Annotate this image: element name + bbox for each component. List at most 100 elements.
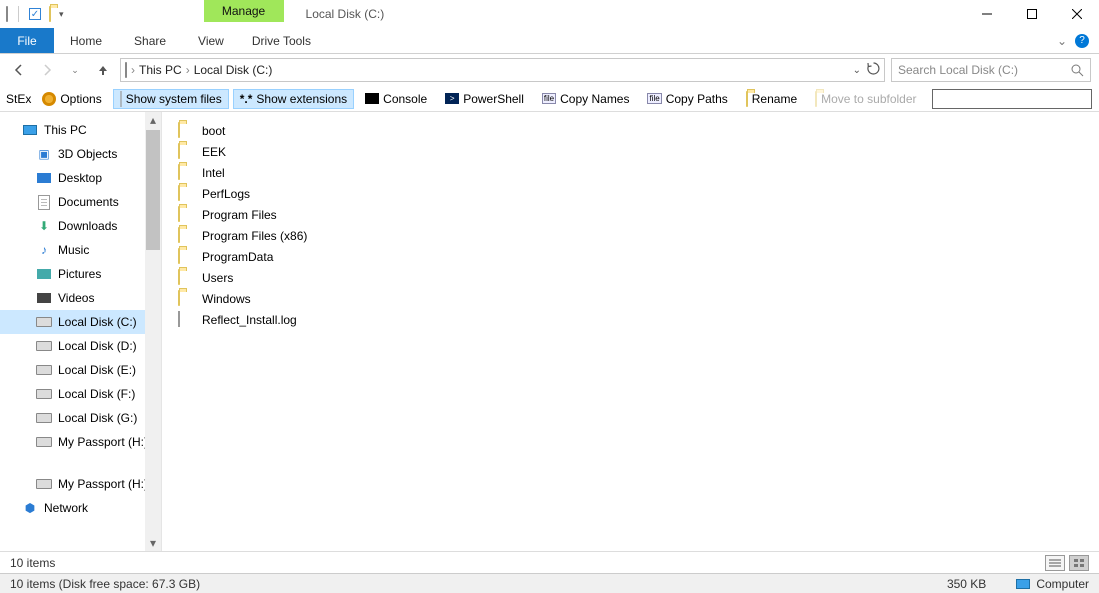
tree-item-3d-objects[interactable]: ▣3D Objects	[0, 142, 161, 166]
file-tab[interactable]: File	[0, 28, 54, 53]
file-item[interactable]: Intel	[178, 162, 1083, 183]
chevron-right-icon[interactable]: ›	[131, 63, 135, 77]
tree-item-local-disk-c-[interactable]: Local Disk (C:)	[0, 310, 161, 334]
tree-item-desktop[interactable]: Desktop	[0, 166, 161, 190]
details-view-button[interactable]	[1045, 555, 1065, 571]
ribbon-expand-icon[interactable]: ⌄	[1057, 34, 1067, 48]
file-name: Users	[202, 271, 233, 285]
folder-icon	[178, 291, 194, 307]
tree-item-network[interactable]: ⬢ Network	[0, 496, 161, 520]
folder-icon	[178, 165, 194, 181]
tree-item-local-disk-g-[interactable]: Local Disk (G:)	[0, 406, 161, 430]
file-name: Program Files	[202, 208, 277, 222]
file-item[interactable]: EEK	[178, 141, 1083, 162]
tree-item-local-disk-d-[interactable]: Local Disk (D:)	[0, 334, 161, 358]
minimize-button[interactable]	[964, 0, 1009, 28]
extension-icon: *.*	[240, 92, 253, 106]
tree-item-pictures[interactable]: Pictures	[0, 262, 161, 286]
manage-tab[interactable]: Manage	[204, 0, 284, 22]
search-input[interactable]: Search Local Disk (C:)	[891, 58, 1091, 82]
file-item[interactable]: Program Files	[178, 204, 1083, 225]
folder-icon	[178, 123, 194, 139]
file-item[interactable]: Reflect_Install.log	[178, 309, 1083, 330]
file-item[interactable]: Windows	[178, 288, 1083, 309]
search-placeholder: Search Local Disk (C:)	[898, 63, 1071, 77]
tree-item-label: Local Disk (D:)	[58, 339, 137, 353]
console-button[interactable]: Console	[358, 89, 434, 109]
show-extensions-toggle[interactable]: *.* Show extensions	[233, 89, 354, 109]
title-bar: ✓ ▾ Manage Local Disk (C:)	[0, 0, 1099, 28]
breadcrumb-this-pc[interactable]: This PC	[139, 63, 182, 77]
forward-button[interactable]	[36, 59, 58, 81]
tree-item-label: My Passport (H:)	[58, 477, 148, 491]
address-bar[interactable]: › This PC › Local Disk (C:) ⌄	[120, 58, 885, 82]
tree-item-label: Local Disk (E:)	[58, 363, 136, 377]
tree-item-label: This PC	[44, 123, 87, 137]
tab-home[interactable]: Home	[54, 28, 118, 53]
tree-item-this-pc[interactable]: This PC	[0, 118, 161, 142]
up-button[interactable]	[92, 59, 114, 81]
close-button[interactable]	[1054, 0, 1099, 28]
folder-icon	[178, 249, 194, 265]
scroll-down-icon[interactable]: ▾	[145, 535, 161, 551]
chevron-right-icon[interactable]: ›	[186, 63, 190, 77]
rename-icon	[746, 92, 748, 106]
net-icon: ⬢	[22, 500, 38, 516]
scroll-thumb[interactable]	[146, 130, 160, 250]
vid-icon	[36, 290, 52, 306]
back-button[interactable]	[8, 59, 30, 81]
breadcrumb-local-disk[interactable]: Local Disk (C:)	[194, 63, 273, 77]
copy-path-icon: file	[647, 93, 661, 104]
file-item[interactable]: Program Files (x86)	[178, 225, 1083, 246]
refresh-icon[interactable]	[867, 62, 880, 78]
tree-item-documents[interactable]: Documents	[0, 190, 161, 214]
drive-icon	[36, 338, 52, 354]
qat-dropdown-icon[interactable]: ▾	[59, 9, 64, 20]
rename-button[interactable]: Rename	[739, 89, 804, 109]
tree-item-local-disk-f-[interactable]: Local Disk (F:)	[0, 382, 161, 406]
tree-item-my-passport-h-[interactable]: My Passport (H:)	[0, 430, 161, 454]
file-name: boot	[202, 124, 225, 138]
address-dropdown-icon[interactable]: ⌄	[853, 65, 861, 76]
show-system-files-toggle[interactable]: Show system files	[113, 89, 229, 109]
tree-item-label: Network	[44, 501, 88, 515]
stex-toolbar: StEx Options Show system files *.* Show …	[0, 86, 1099, 112]
tab-drive-tools[interactable]: Drive Tools	[240, 28, 323, 53]
tree-item-label: Music	[58, 243, 89, 257]
copy-paths-button[interactable]: file Copy Paths	[640, 89, 734, 109]
file-icon	[120, 92, 122, 106]
down-icon: ⬇	[36, 218, 52, 234]
stex-text-input[interactable]	[932, 89, 1092, 109]
options-button[interactable]: Options	[35, 89, 108, 109]
file-item[interactable]: ProgramData	[178, 246, 1083, 267]
tree-item-local-disk-e-[interactable]: Local Disk (E:)	[0, 358, 161, 382]
tree-item-videos[interactable]: Videos	[0, 286, 161, 310]
copy-names-button[interactable]: file Copy Names	[535, 89, 637, 109]
tab-share[interactable]: Share	[118, 28, 182, 53]
file-item[interactable]: boot	[178, 120, 1083, 141]
tree-item-label: 3D Objects	[58, 147, 117, 161]
tree-scrollbar[interactable]: ▴ ▾	[145, 112, 161, 551]
qat-checkbox-icon[interactable]: ✓	[29, 8, 41, 20]
ribbon-tabs: File Home Share View Drive Tools ⌄ ?	[0, 28, 1099, 54]
search-icon	[1071, 64, 1084, 77]
file-list[interactable]: boot EEKIntelPerfLogs Program Files Program…	[162, 112, 1099, 551]
navigation-row: ⌄ › This PC › Local Disk (C:) ⌄ Search L…	[0, 54, 1099, 86]
move-subfolder-button: Move to subfolder	[808, 89, 923, 109]
tree-item-my-passport-h-[interactable]: My Passport (H:)	[0, 472, 161, 496]
maximize-button[interactable]	[1009, 0, 1054, 28]
tree-item-downloads[interactable]: ⬇Downloads	[0, 214, 161, 238]
file-item[interactable]: Users	[178, 267, 1083, 288]
scroll-up-icon[interactable]: ▴	[145, 112, 161, 128]
icons-view-button[interactable]	[1069, 555, 1089, 571]
folder-icon	[178, 144, 194, 160]
tree-item-music[interactable]: ♪Music	[0, 238, 161, 262]
qat-folder-icon[interactable]	[49, 7, 51, 21]
tab-view[interactable]: View	[182, 28, 240, 53]
powershell-button[interactable]: > PowerShell	[438, 89, 531, 109]
file-name: Reflect_Install.log	[202, 313, 297, 327]
recent-dropdown-icon[interactable]: ⌄	[64, 59, 86, 81]
tree-item-label: My Passport (H:)	[58, 435, 148, 449]
file-item[interactable]: PerfLogs	[178, 183, 1083, 204]
help-icon[interactable]: ?	[1075, 34, 1089, 48]
